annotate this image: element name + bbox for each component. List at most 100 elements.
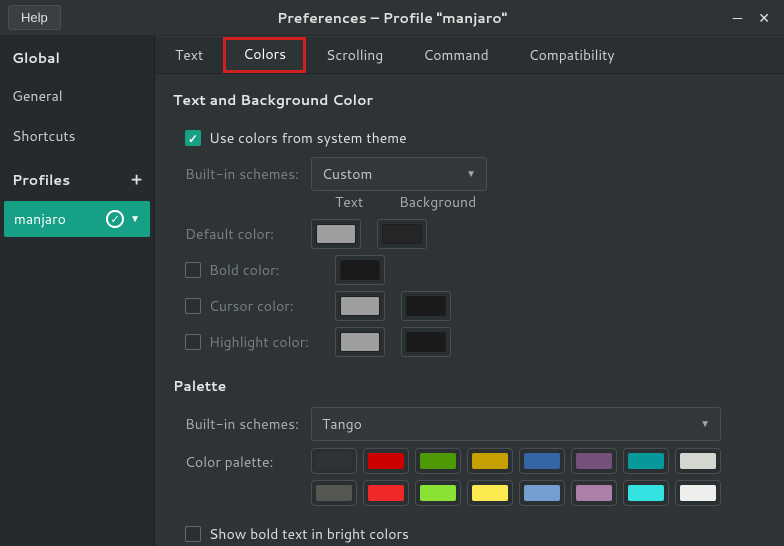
default-text-color-button[interactable]	[311, 219, 361, 249]
bold-color-checkbox[interactable]	[185, 262, 201, 278]
sidebar-item-shortcuts[interactable]: Shortcuts	[0, 116, 154, 156]
titlebar: Help Preferences – Profile "manjaro" — ✕	[0, 0, 784, 36]
palette-normal-swatch-4[interactable]	[519, 448, 565, 474]
chevron-down-icon: ▼	[700, 417, 710, 431]
palette-grid	[311, 448, 721, 506]
show-bold-bright-checkbox[interactable]	[185, 526, 201, 542]
color-swatch-icon	[368, 453, 404, 469]
show-bold-bright-row: Show bold text in bright colors	[173, 516, 766, 546]
palette-normal-swatch-0[interactable]	[311, 448, 357, 474]
default-color-row: Default color:	[173, 216, 766, 252]
color-swatch-icon	[628, 453, 664, 469]
palette-bright-swatch-2[interactable]	[415, 480, 461, 506]
tab-colors[interactable]: Colors	[223, 37, 306, 73]
palette-bright-swatch-1[interactable]	[363, 480, 409, 506]
color-swatch-icon	[576, 453, 612, 469]
col-text-label: Text	[335, 192, 379, 212]
cursor-bg-color-button[interactable]	[401, 291, 451, 321]
bold-text-color-button[interactable]	[335, 255, 385, 285]
palette-schemes-combo[interactable]: Tango ▼	[311, 407, 721, 441]
palette-normal-swatch-2[interactable]	[415, 448, 461, 474]
palette-normal-swatch-5[interactable]	[571, 448, 617, 474]
builtin-schemes-label: Built-in schemes:	[185, 164, 311, 184]
bold-color-row: Bold color:	[173, 252, 766, 288]
palette-schemes-value: Tango	[322, 414, 362, 434]
cursor-color-checkbox[interactable]	[185, 298, 201, 314]
color-swatch-icon	[420, 453, 456, 469]
bold-color-label: Bold color:	[209, 260, 311, 280]
sidebar-head-global: Global	[0, 36, 154, 76]
palette-bright-swatch-3[interactable]	[467, 480, 513, 506]
default-text-swatch	[316, 224, 356, 244]
section-palette-heading: Palette	[173, 376, 766, 396]
color-swatch-icon	[628, 485, 664, 501]
palette-bright-swatch-7[interactable]	[675, 480, 721, 506]
color-swatch-icon	[524, 485, 560, 501]
builtin-schemes-combo[interactable]: Custom ▼	[311, 157, 487, 191]
tab-scrolling[interactable]: Scrolling	[306, 37, 403, 73]
palette-normal-swatch-3[interactable]	[467, 448, 513, 474]
use-system-colors-label: Use colors from system theme	[209, 128, 407, 148]
sidebar-item-general[interactable]: General	[0, 76, 154, 116]
color-swatch-icon	[472, 485, 508, 501]
palette-bright-swatch-6[interactable]	[623, 480, 669, 506]
color-swatch-icon	[576, 485, 612, 501]
close-icon[interactable]: ✕	[758, 11, 770, 25]
show-bold-bright-label: Show bold text in bright colors	[209, 524, 409, 544]
add-profile-icon[interactable]: +	[131, 168, 142, 191]
color-palette-label: Color palette:	[185, 448, 311, 472]
cursor-text-color-button[interactable]	[335, 291, 385, 321]
content-area: Text and Background Color Use colors fro…	[155, 74, 784, 546]
sidebar-head-profiles: Profiles +	[0, 156, 154, 199]
default-color-label: Default color:	[185, 224, 311, 244]
color-swatch-icon	[472, 453, 508, 469]
window-title: Preferences – Profile "manjaro"	[0, 8, 784, 28]
builtin-schemes-row: Built-in schemes: Custom ▼	[173, 156, 766, 192]
sidebar: Global General Shortcuts Profiles + manj…	[0, 36, 155, 546]
cursor-color-row: Cursor color:	[173, 288, 766, 324]
color-swatch-icon	[680, 485, 716, 501]
sidebar-item-profile-manjaro[interactable]: manjaro ▼	[4, 201, 150, 237]
palette-normal-swatch-1[interactable]	[363, 448, 409, 474]
palette-normal-swatch-7[interactable]	[675, 448, 721, 474]
default-bg-color-button[interactable]	[377, 219, 427, 249]
chevron-down-icon: ▼	[466, 167, 476, 181]
palette-bright-swatch-4[interactable]	[519, 480, 565, 506]
highlight-text-swatch	[340, 332, 380, 352]
help-button[interactable]: Help	[8, 5, 61, 30]
palette-bright-swatch-5[interactable]	[571, 480, 617, 506]
profiles-label: Profiles	[12, 170, 70, 190]
cursor-color-label: Cursor color:	[209, 296, 311, 316]
color-palette-row: Color palette:	[173, 448, 766, 506]
palette-row-bright	[311, 480, 721, 506]
main-pane: Text Colors Scrolling Command Compatibil…	[155, 36, 784, 546]
tab-bar: Text Colors Scrolling Command Compatibil…	[155, 36, 784, 74]
bold-text-swatch	[340, 260, 380, 280]
highlight-color-label: Highlight color:	[209, 332, 311, 352]
minimize-icon[interactable]: —	[733, 11, 742, 25]
palette-schemes-label: Built-in schemes:	[185, 414, 311, 434]
palette-normal-swatch-6[interactable]	[623, 448, 669, 474]
highlight-bg-swatch	[406, 332, 446, 352]
color-swatch-icon	[316, 453, 352, 469]
palette-row-normal	[311, 448, 721, 474]
default-bg-swatch	[382, 224, 422, 244]
cursor-text-swatch	[340, 296, 380, 316]
tab-text[interactable]: Text	[155, 37, 223, 73]
section-text-bg-heading: Text and Background Color	[173, 90, 766, 110]
palette-bright-swatch-0[interactable]	[311, 480, 357, 506]
highlight-text-color-button[interactable]	[335, 327, 385, 357]
highlight-bg-color-button[interactable]	[401, 327, 451, 357]
color-grid-header: Text Background	[323, 192, 766, 212]
highlight-color-row: Highlight color:	[173, 324, 766, 360]
chevron-down-icon[interactable]: ▼	[130, 212, 140, 226]
palette-schemes-row: Built-in schemes: Tango ▼	[173, 406, 766, 442]
color-swatch-icon	[420, 485, 456, 501]
use-system-colors-checkbox[interactable]	[185, 130, 201, 146]
highlight-color-checkbox[interactable]	[185, 334, 201, 350]
tab-command[interactable]: Command	[403, 37, 508, 73]
color-swatch-icon	[524, 453, 560, 469]
tab-compatibility[interactable]: Compatibility	[509, 37, 635, 73]
color-swatch-icon	[680, 453, 716, 469]
use-system-colors-row: Use colors from system theme	[173, 120, 766, 156]
